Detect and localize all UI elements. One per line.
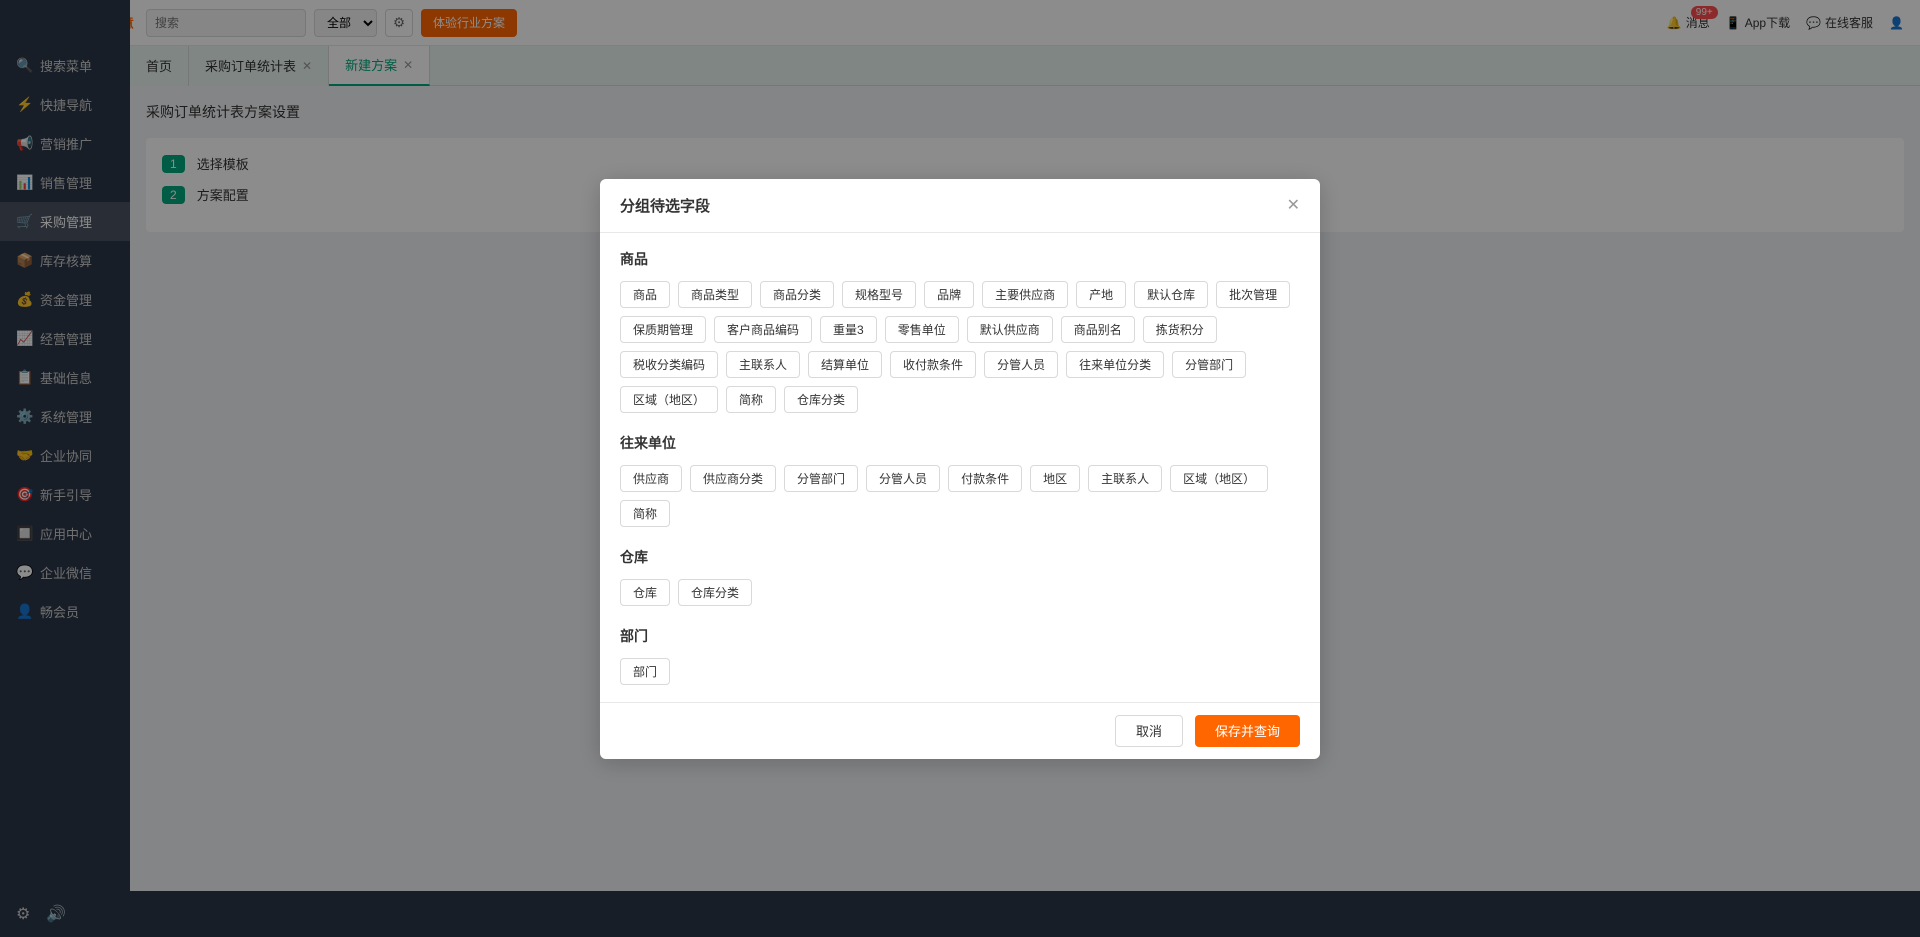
field-tag-1-4[interactable]: 付款条件 <box>948 465 1022 492</box>
field-tag-1-1[interactable]: 供应商分类 <box>690 465 776 492</box>
confirm-button[interactable]: 保存并查询 <box>1195 715 1300 747</box>
field-tags-1: 供应商供应商分类分管部门分管人员付款条件地区主联系人区域（地区） 简称 <box>620 465 1300 527</box>
modal-footer: 取消 保存并查询 <box>600 702 1320 759</box>
field-tag-1-0[interactable]: 供应商 <box>620 465 682 492</box>
modal-title: 分组待选字段 <box>620 195 710 216</box>
section-0: 商品商品商品类型商品分类规格型号品牌主要供应商产地默认仓库批次管理保质期管理客户… <box>620 249 1300 413</box>
field-tag-0-22[interactable]: 分管部门 <box>1172 351 1246 378</box>
section-title-3: 部门 <box>620 626 1300 646</box>
field-tag-0-21[interactable]: 往来单位分类 <box>1066 351 1164 378</box>
modal-header: 分组待选字段 ✕ <box>600 179 1320 233</box>
modal-overlay: 分组待选字段 ✕ 商品商品商品类型商品分类规格型号品牌主要供应商产地默认仓库批次… <box>0 0 1920 937</box>
field-tag-0-20[interactable]: 分管人员 <box>984 351 1058 378</box>
field-tag-0-12[interactable]: 零售单位 <box>885 316 959 343</box>
field-tag-0-8[interactable]: 批次管理 <box>1216 281 1290 308</box>
field-tag-0-25[interactable]: 仓库分类 <box>784 386 858 413</box>
field-tag-0-4[interactable]: 品牌 <box>924 281 974 308</box>
field-tag-0-19[interactable]: 收付款条件 <box>890 351 976 378</box>
field-tag-2-0[interactable]: 仓库 <box>620 579 670 606</box>
field-tag-0-24[interactable]: 简称 <box>726 386 776 413</box>
field-tag-0-11[interactable]: 重量3 <box>820 316 877 343</box>
cancel-button[interactable]: 取消 <box>1115 715 1183 747</box>
field-tag-0-6[interactable]: 产地 <box>1076 281 1126 308</box>
modal-body: 商品商品商品类型商品分类规格型号品牌主要供应商产地默认仓库批次管理保质期管理客户… <box>600 233 1320 702</box>
field-tag-0-2[interactable]: 商品分类 <box>760 281 834 308</box>
field-tag-0-18[interactable]: 结算单位 <box>808 351 882 378</box>
field-tag-0-14[interactable]: 商品别名 <box>1061 316 1135 343</box>
field-tag-2-1[interactable]: 仓库分类 <box>678 579 752 606</box>
field-tag-0-23[interactable]: 区域（地区） <box>620 386 718 413</box>
section-3: 部门部门 <box>620 626 1300 685</box>
field-tag-0-3[interactable]: 规格型号 <box>842 281 916 308</box>
field-tag-0-0[interactable]: 商品 <box>620 281 670 308</box>
section-2: 仓库仓库仓库分类 <box>620 547 1300 606</box>
field-tag-1-6[interactable]: 主联系人 <box>1088 465 1162 492</box>
field-tag-0-16[interactable]: 税收分类编码 <box>620 351 718 378</box>
field-tag-1-8[interactable]: 简称 <box>620 500 670 527</box>
field-tags-2: 仓库仓库分类 <box>620 579 1300 606</box>
field-tag-1-2[interactable]: 分管部门 <box>784 465 858 492</box>
field-tag-0-1[interactable]: 商品类型 <box>678 281 752 308</box>
field-tag-1-5[interactable]: 地区 <box>1030 465 1080 492</box>
field-tag-0-13[interactable]: 默认供应商 <box>967 316 1053 343</box>
field-tag-0-10[interactable]: 客户商品编码 <box>714 316 812 343</box>
field-tag-0-17[interactable]: 主联系人 <box>726 351 800 378</box>
field-tag-0-15[interactable]: 拣货积分 <box>1143 316 1217 343</box>
modal-dialog: 分组待选字段 ✕ 商品商品商品类型商品分类规格型号品牌主要供应商产地默认仓库批次… <box>600 179 1320 759</box>
section-title-1: 往来单位 <box>620 433 1300 453</box>
section-1: 往来单位供应商供应商分类分管部门分管人员付款条件地区主联系人区域（地区） 简称 <box>620 433 1300 527</box>
section-title-2: 仓库 <box>620 547 1300 567</box>
field-tag-1-7[interactable]: 区域（地区） <box>1170 465 1268 492</box>
field-tag-0-5[interactable]: 主要供应商 <box>982 281 1068 308</box>
field-tag-0-7[interactable]: 默认仓库 <box>1134 281 1208 308</box>
field-tag-3-0[interactable]: 部门 <box>620 658 670 685</box>
field-tags-0: 商品商品类型商品分类规格型号品牌主要供应商产地默认仓库批次管理保质期管理客户商品… <box>620 281 1300 413</box>
field-tags-3: 部门 <box>620 658 1300 685</box>
section-title-0: 商品 <box>620 249 1300 269</box>
modal-close-button[interactable]: ✕ <box>1287 195 1300 215</box>
field-tag-0-9[interactable]: 保质期管理 <box>620 316 706 343</box>
field-tag-1-3[interactable]: 分管人员 <box>866 465 940 492</box>
